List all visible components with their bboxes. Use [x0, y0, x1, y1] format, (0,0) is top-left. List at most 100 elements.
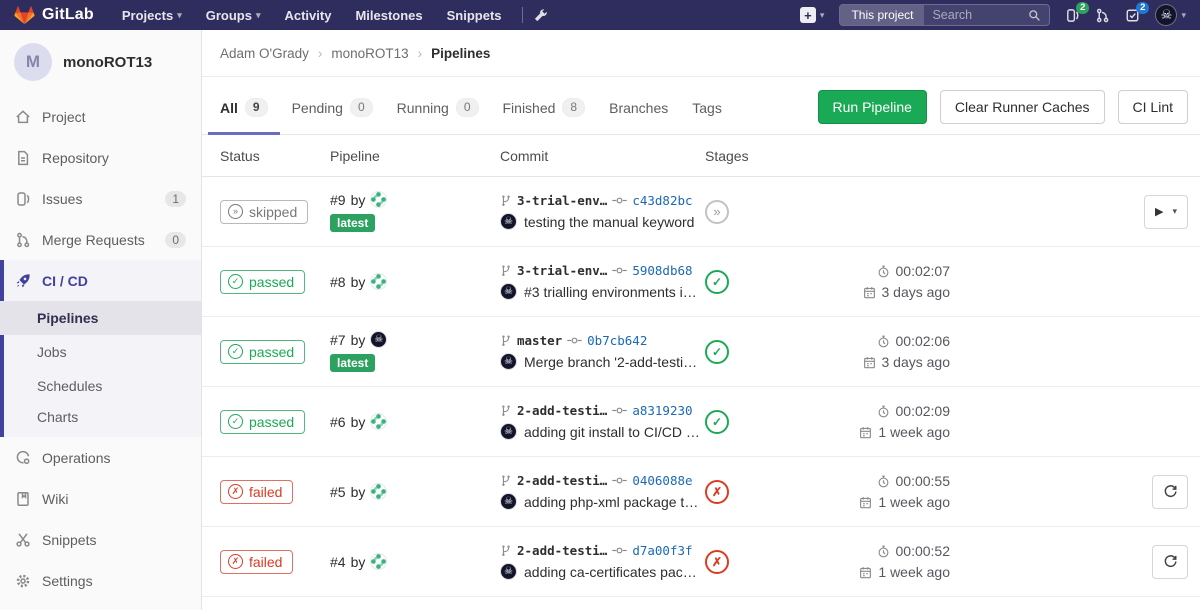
- stage-status-passed-icon[interactable]: ✓: [705, 340, 729, 364]
- todos-nav-icon[interactable]: 2: [1125, 8, 1140, 23]
- triggerer-avatar[interactable]: [370, 191, 387, 208]
- nav-snippets[interactable]: Snippets: [437, 8, 512, 23]
- status-badge[interactable]: »skipped: [220, 200, 308, 224]
- branch-link[interactable]: 3-trial-env…: [517, 193, 607, 208]
- issues-nav-icon[interactable]: 2: [1065, 8, 1080, 23]
- scissors-icon: [15, 532, 31, 548]
- todos-count-badge: 2: [1136, 2, 1149, 14]
- sidebar-item-snippets[interactable]: Snippets: [0, 519, 201, 560]
- col-status: Status: [220, 135, 330, 176]
- retry-pipeline-button[interactable]: [1152, 475, 1188, 509]
- triggerer-avatar[interactable]: [370, 273, 387, 290]
- search-icon[interactable]: [1028, 9, 1041, 22]
- commit-author-avatar[interactable]: ☠: [500, 283, 517, 300]
- branch-icon: [500, 264, 512, 277]
- manual-play-dropdown-button[interactable]: ▶▾: [1144, 195, 1188, 229]
- commit-sha-link[interactable]: d7a00f3f: [632, 543, 692, 558]
- nav-milestones[interactable]: Milestones: [345, 8, 432, 23]
- status-badge[interactable]: ✓passed: [220, 410, 305, 434]
- commit-message-link[interactable]: Merge branch '2-add-testi…: [524, 354, 697, 370]
- sidebar-item-repository[interactable]: Repository: [0, 137, 201, 178]
- tab-pending[interactable]: Pending0: [280, 85, 385, 135]
- commit-sha-link[interactable]: 0406088e: [632, 473, 692, 488]
- clear-runner-caches-button[interactable]: Clear Runner Caches: [940, 90, 1105, 124]
- commit-message-link[interactable]: adding php-xml package t…: [524, 494, 698, 510]
- admin-wrench-icon[interactable]: [533, 8, 548, 23]
- commit-author-avatar[interactable]: ☠: [500, 213, 517, 230]
- sidebar-item-issues[interactable]: Issues 1: [0, 178, 201, 219]
- commit-message-link[interactable]: adding ca-certificates pac…: [524, 564, 697, 580]
- triggerer-avatar[interactable]: [370, 483, 387, 500]
- status-badge[interactable]: ✓passed: [220, 340, 305, 364]
- pipeline-id-link[interactable]: #9: [330, 192, 346, 208]
- failed-icon: ✗: [228, 484, 243, 499]
- pipeline-finished-ago: 1 week ago: [878, 492, 950, 513]
- pipeline-id-link[interactable]: #7: [330, 332, 346, 348]
- nav-projects[interactable]: Projects▾: [112, 8, 192, 23]
- commit-sha-link[interactable]: 5908db68: [632, 263, 692, 278]
- search-scope-button[interactable]: This project: [840, 5, 924, 25]
- project-sidebar: M monoROT13 Project Repository Issues 1 …: [0, 30, 202, 610]
- sidebar-item-project[interactable]: Project: [0, 96, 201, 137]
- branch-link[interactable]: 2-add-testi…: [517, 543, 607, 558]
- sidebar-item-schedules[interactable]: Schedules: [0, 369, 201, 403]
- stage-status-failed-icon[interactable]: ✗: [705, 480, 729, 504]
- tab-branches[interactable]: Branches: [597, 85, 680, 135]
- branch-link[interactable]: 3-trial-env…: [517, 263, 607, 278]
- branch-link[interactable]: 2-add-testi…: [517, 403, 607, 418]
- commit-sha-link[interactable]: a8319230: [632, 403, 692, 418]
- stage-status-failed-icon[interactable]: ✗: [705, 550, 729, 574]
- pipeline-id-link[interactable]: #5: [330, 484, 346, 500]
- commit-author-avatar[interactable]: ☠: [500, 563, 517, 580]
- user-menu[interactable]: ☠ ▾: [1155, 4, 1186, 26]
- commit-author-avatar[interactable]: ☠: [500, 353, 517, 370]
- sidebar-item-jobs[interactable]: Jobs: [0, 335, 201, 369]
- nav-activity[interactable]: Activity: [274, 8, 341, 23]
- tab-finished[interactable]: Finished8: [491, 85, 598, 135]
- branch-link[interactable]: 2-add-testi…: [517, 473, 607, 488]
- col-stages: Stages: [705, 135, 795, 176]
- timer-icon: [877, 335, 890, 348]
- commit-author-avatar[interactable]: ☠: [500, 493, 517, 510]
- commit-message-link[interactable]: #3 trialling environments i…: [524, 284, 697, 300]
- stage-status-passed-icon[interactable]: ✓: [705, 410, 729, 434]
- merge-requests-nav-icon[interactable]: [1095, 8, 1110, 23]
- sidebar-item-operations[interactable]: Operations: [0, 437, 201, 478]
- pipeline-id-link[interactable]: #4: [330, 554, 346, 570]
- retry-pipeline-button[interactable]: [1152, 545, 1188, 579]
- sidebar-item-pipelines[interactable]: Pipelines: [0, 301, 201, 335]
- status-badge[interactable]: ✗failed: [220, 480, 293, 504]
- commit-message-link[interactable]: testing the manual keyword: [524, 214, 694, 230]
- search-input[interactable]: [932, 8, 1028, 22]
- commit-sha-link[interactable]: c43d82bc: [632, 193, 692, 208]
- ci-lint-button[interactable]: CI Lint: [1118, 90, 1188, 124]
- new-menu-button[interactable]: + ▾: [800, 7, 825, 23]
- commit-message-link[interactable]: adding git install to CI/CD …: [524, 424, 700, 440]
- triggerer-avatar[interactable]: [370, 553, 387, 570]
- tab-all[interactable]: All9: [208, 85, 280, 135]
- nav-groups[interactable]: Groups▾: [196, 8, 271, 23]
- sidebar-item-wiki[interactable]: Wiki: [0, 478, 201, 519]
- triggerer-avatar[interactable]: [370, 413, 387, 430]
- run-pipeline-button[interactable]: Run Pipeline: [818, 90, 927, 124]
- triggerer-avatar[interactable]: ☠: [370, 331, 387, 348]
- pipeline-id-link[interactable]: #8: [330, 274, 346, 290]
- breadcrumb-project[interactable]: monoROT13: [331, 46, 408, 61]
- status-badge[interactable]: ✓passed: [220, 270, 305, 294]
- sidebar-item-charts[interactable]: Charts: [0, 403, 201, 437]
- commit-sha-link[interactable]: 0b7cb642: [587, 333, 647, 348]
- sidebar-item-cicd[interactable]: CI / CD: [0, 260, 201, 301]
- pipeline-id-link[interactable]: #6: [330, 414, 346, 430]
- sidebar-item-settings[interactable]: Settings: [0, 560, 201, 601]
- branch-link[interactable]: master: [517, 333, 562, 348]
- sidebar-item-merge-requests[interactable]: Merge Requests 0: [0, 219, 201, 260]
- stage-status-passed-icon[interactable]: ✓: [705, 270, 729, 294]
- sidebar-project[interactable]: M monoROT13: [0, 30, 201, 96]
- commit-author-avatar[interactable]: ☠: [500, 423, 517, 440]
- tab-running[interactable]: Running0: [385, 85, 491, 135]
- status-badge[interactable]: ✗failed: [220, 550, 293, 574]
- breadcrumb-user[interactable]: Adam O'Grady: [220, 46, 309, 61]
- stage-status-skipped-icon[interactable]: »: [705, 200, 729, 224]
- tab-tags[interactable]: Tags: [680, 85, 734, 135]
- gitlab-logo[interactable]: GitLab: [14, 5, 94, 25]
